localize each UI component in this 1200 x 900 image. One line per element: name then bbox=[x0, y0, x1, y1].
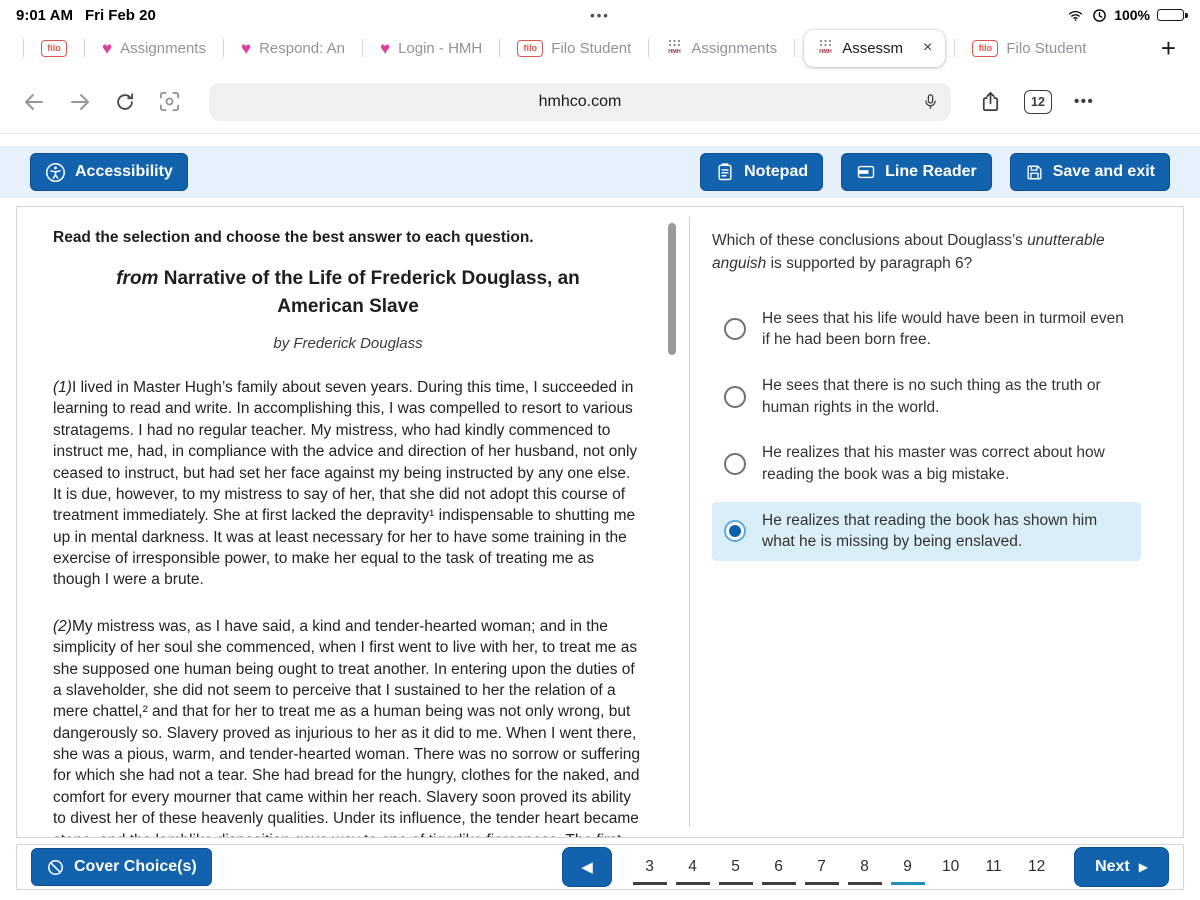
filo-icon: filo bbox=[41, 39, 67, 57]
clock-date: Fri Feb 20 bbox=[84, 6, 156, 24]
accessibility-button[interactable]: Accessibility bbox=[30, 153, 188, 191]
footer-bar: Cover Choice(s) ◀ 3 4 5 6 7 8 9 10 11 12… bbox=[16, 844, 1184, 890]
url-text: hmhco.com bbox=[538, 92, 622, 110]
tab-filo[interactable]: filo bbox=[33, 34, 75, 63]
tab-separator bbox=[84, 39, 85, 57]
passage-panel: Read the selection and choose the best a… bbox=[17, 207, 667, 837]
tab-filo-student-2[interactable]: filo Filo Student bbox=[964, 34, 1094, 63]
radio-button-selected[interactable] bbox=[724, 520, 746, 543]
passage-scrollbar-thumb[interactable] bbox=[668, 223, 676, 355]
question-pager: 3 4 5 6 7 8 9 10 11 12 bbox=[628, 850, 1058, 885]
passage-byline: by Frederick Douglass bbox=[273, 335, 423, 353]
svg-text:HMH: HMH bbox=[669, 49, 682, 55]
save-icon bbox=[1025, 163, 1044, 182]
screen: 9:01 AM Fri Feb 20 ••• 100% filo ♥ Assign… bbox=[0, 0, 1200, 900]
new-tab-button[interactable]: + bbox=[1151, 35, 1186, 61]
tab-respond[interactable]: ♥ Respond: An bbox=[233, 34, 353, 63]
question-text: Which of these conclusions about Douglas… bbox=[712, 232, 1105, 273]
next-arrow-icon: ▶ bbox=[1138, 860, 1148, 874]
status-ellipsis: ••• bbox=[590, 7, 610, 23]
tab-separator bbox=[794, 39, 796, 57]
page-number-7[interactable]: 7 bbox=[804, 850, 839, 885]
close-tab-icon[interactable]: × bbox=[923, 40, 932, 56]
tab-login-hmh[interactable]: ♥ Login - HMH bbox=[372, 34, 490, 63]
title-main: Narrative of the Life of Frederick Dougl… bbox=[163, 268, 580, 317]
answer-option-a[interactable]: He sees that his life would have been in… bbox=[712, 300, 1141, 359]
page-number-9[interactable]: 9 bbox=[890, 850, 925, 885]
notepad-button[interactable]: Notepad bbox=[700, 153, 824, 191]
filo-icon: filo bbox=[972, 39, 999, 57]
share-icon[interactable] bbox=[979, 90, 1002, 113]
tabs-overview-button[interactable]: 12 bbox=[1024, 89, 1052, 114]
tab-separator bbox=[222, 39, 224, 57]
answer-option-d[interactable]: He realizes that reading the book has sh… bbox=[712, 501, 1141, 561]
browser-toolbar: hmhco.com 12 ••• bbox=[0, 70, 1200, 134]
radio-button[interactable] bbox=[724, 318, 746, 341]
answer-option-c[interactable]: He realizes that his master was correct … bbox=[712, 434, 1141, 493]
tab-assignments-2[interactable]: HMH Assignments bbox=[658, 32, 785, 65]
reload-button[interactable] bbox=[114, 91, 136, 113]
next-button[interactable]: Next ▶ bbox=[1074, 847, 1169, 887]
page-number-4[interactable]: 4 bbox=[675, 850, 710, 885]
tab-assessment-active[interactable]: HMH Assessm × bbox=[804, 29, 946, 67]
answer-options: He sees that his life would have been in… bbox=[712, 300, 1141, 561]
tab-separator bbox=[954, 39, 956, 57]
instructions-text: Read the selection and choose the best a… bbox=[53, 229, 534, 246]
line-reader-button[interactable]: Line Reader bbox=[841, 153, 992, 191]
page-number-8[interactable]: 8 bbox=[847, 850, 882, 885]
tab-assignments-1[interactable]: ♥ Assignments bbox=[94, 34, 214, 63]
line-reader-icon bbox=[856, 162, 876, 182]
battery-icon bbox=[1157, 9, 1188, 21]
question-navigation: ◀ 3 4 5 6 7 8 9 10 11 12 Next ▶ bbox=[562, 847, 1169, 887]
page-number-11[interactable]: 11 bbox=[977, 850, 1011, 885]
accessibility-icon bbox=[45, 162, 66, 183]
filo-icon: filo bbox=[517, 39, 544, 57]
tab-separator bbox=[23, 39, 24, 57]
heart-icon: ♥ bbox=[240, 38, 252, 58]
hmh-icon: HMH bbox=[666, 38, 683, 59]
microphone-icon[interactable] bbox=[922, 93, 939, 110]
battery-percent: 100% bbox=[1114, 7, 1150, 23]
clock-time: 9:01 AM bbox=[16, 6, 73, 24]
forward-button[interactable] bbox=[68, 90, 92, 114]
page-number-6[interactable]: 6 bbox=[761, 850, 796, 885]
radio-button[interactable] bbox=[724, 452, 746, 475]
page-number-12[interactable]: 12 bbox=[1020, 850, 1054, 885]
page-number-3[interactable]: 3 bbox=[632, 850, 667, 885]
viewfinder-icon[interactable] bbox=[158, 90, 181, 113]
passage-paragraph-1: (1)I lived in Master Hugh’s family about… bbox=[53, 379, 638, 589]
wifi-icon bbox=[1066, 8, 1085, 23]
radio-button[interactable] bbox=[724, 385, 746, 408]
more-menu-button[interactable]: ••• bbox=[1074, 93, 1094, 110]
hmh-icon: HMH bbox=[817, 38, 834, 59]
tab-separator bbox=[499, 39, 501, 57]
notepad-icon bbox=[715, 162, 735, 182]
address-bar[interactable]: hmhco.com bbox=[209, 82, 951, 121]
tab-filo-student-1[interactable]: filo Filo Student bbox=[509, 34, 639, 63]
tab-separator bbox=[648, 39, 650, 57]
tab-separator bbox=[361, 39, 363, 57]
assessment-toolbar: Accessibility Notepad Line Reader Save a… bbox=[0, 146, 1200, 198]
alarm-clock-icon bbox=[1092, 8, 1107, 23]
passage-paragraph-2: (2)My mistress was, as I have said, a ki… bbox=[53, 617, 641, 837]
page-number-10[interactable]: 10 bbox=[934, 850, 968, 885]
title-prefix: from bbox=[116, 268, 159, 289]
save-exit-button[interactable]: Save and exit bbox=[1009, 153, 1170, 191]
previous-button[interactable]: ◀ bbox=[562, 847, 613, 887]
heart-icon: ♥ bbox=[379, 38, 391, 58]
question-panel: Which of these conclusions about Douglas… bbox=[690, 207, 1183, 837]
cover-choices-button[interactable]: Cover Choice(s) bbox=[31, 848, 212, 886]
tab-bar: filo ♥ Assignments ♥ Respond: An ♥ Login - … bbox=[0, 26, 1200, 70]
answer-option-b[interactable]: He sees that there is no such thing as t… bbox=[712, 367, 1141, 426]
heart-icon: ♥ bbox=[102, 38, 113, 58]
back-button[interactable] bbox=[22, 90, 46, 114]
passage-title: from Narrative of the Life of Frederick … bbox=[53, 265, 643, 320]
cover-choices-icon bbox=[46, 858, 65, 877]
status-bar: 9:01 AM Fri Feb 20 ••• 100% bbox=[0, 0, 1200, 26]
svg-text:HMH: HMH bbox=[819, 49, 832, 55]
page-number-5[interactable]: 5 bbox=[718, 850, 753, 885]
assessment-content: Read the selection and choose the best a… bbox=[16, 206, 1184, 838]
